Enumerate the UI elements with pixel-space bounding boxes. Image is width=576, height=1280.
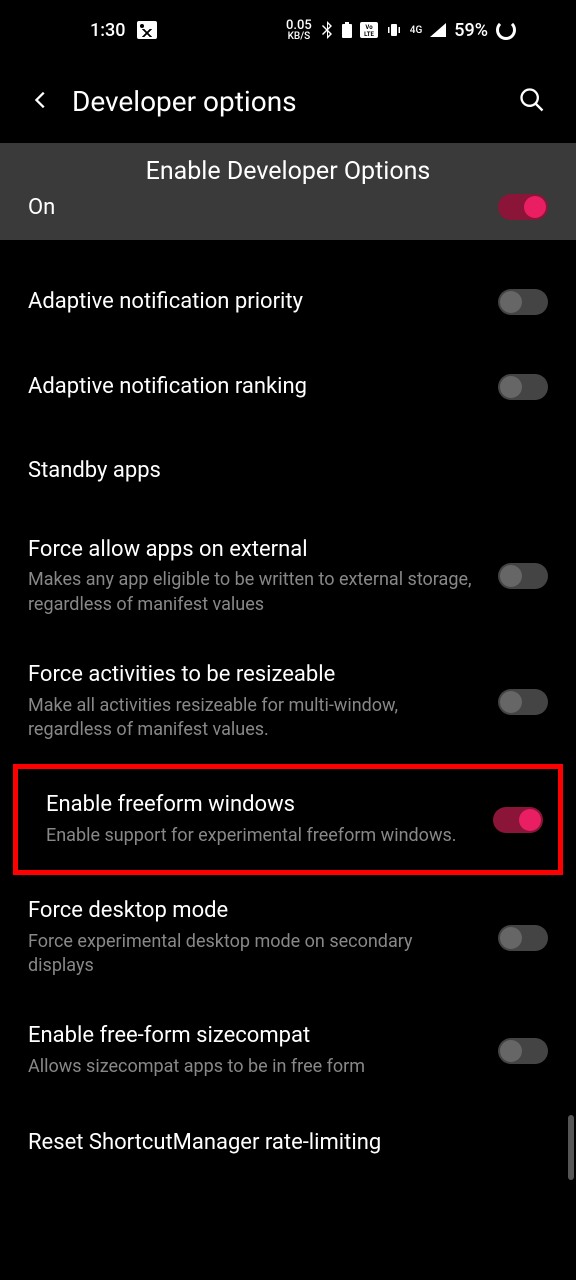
svg-text:Vo: Vo: [365, 24, 373, 31]
status-bar: 1:30 0.05 KB/S VoLTE 4G 59%: [0, 0, 576, 60]
setting-title: Enable freeform windows: [46, 791, 473, 820]
data-rate-icon: 0.05 KB/S: [286, 19, 312, 42]
toggle-force-resizeable[interactable]: [498, 689, 548, 715]
scrollbar[interactable]: [568, 1115, 574, 1180]
setting-subtitle: Allows sizecompat apps to be in free for…: [28, 1055, 478, 1079]
setting-title: Adaptive notification priority: [28, 288, 478, 317]
status-time: 1:30: [90, 20, 125, 41]
setting-force-allow-external[interactable]: Force allow apps on external Makes any a…: [28, 514, 548, 639]
setting-enable-freeform-windows[interactable]: Enable freeform windows Enable support f…: [13, 764, 563, 875]
network-4g-icon: 4G: [410, 25, 423, 36]
setting-force-desktop-mode[interactable]: Force desktop mode Force experimental de…: [28, 875, 548, 1000]
banner-title: Enable Developer Options: [28, 157, 548, 186]
toggle-adaptive-notification-ranking[interactable]: [498, 374, 548, 400]
setting-subtitle: Enable support for experimental freeform…: [46, 824, 473, 848]
setting-subtitle: Makes any app eligible to be written to …: [28, 568, 478, 617]
status-left: 1:30: [90, 20, 157, 41]
bluetooth-icon: [320, 21, 334, 39]
svg-text:LTE: LTE: [364, 31, 374, 38]
setting-title: Enable free-form sizecompat: [28, 1022, 478, 1051]
setting-title: Force activities to be resizeable: [28, 661, 478, 690]
setting-adaptive-notification-ranking[interactable]: Adaptive notification ranking: [28, 345, 548, 430]
setting-adaptive-notification-priority[interactable]: Adaptive notification priority: [28, 260, 548, 345]
toggle-force-desktop-mode[interactable]: [498, 925, 548, 951]
battery-small-icon: [342, 22, 352, 38]
battery-percentage: 59%: [454, 20, 488, 41]
page-title: Developer options: [72, 85, 498, 118]
signal-icon: [430, 23, 446, 37]
setting-title: Adaptive notification ranking: [28, 373, 478, 402]
vibrate-icon: [386, 22, 402, 38]
setting-force-resizeable[interactable]: Force activities to be resizeable Make a…: [28, 639, 548, 764]
toggle-enable-freeform-windows[interactable]: [493, 807, 543, 833]
setting-freeform-sizecompat[interactable]: Enable free-form sizecompat Allows sizec…: [28, 1000, 548, 1101]
toggle-force-allow-external[interactable]: [498, 563, 548, 589]
settings-list: Adaptive notification priority Adaptive …: [0, 260, 576, 1186]
developer-options-banner: Enable Developer Options On: [0, 143, 576, 240]
setting-title: Standby apps: [28, 457, 548, 486]
setting-title: Reset ShortcutManager rate-limiting: [28, 1129, 548, 1158]
setting-subtitle: Force experimental desktop mode on secon…: [28, 930, 478, 979]
toggle-freeform-sizecompat[interactable]: [498, 1038, 548, 1064]
setting-subtitle: Make all activities resizeable for multi…: [28, 694, 478, 743]
status-right: 0.05 KB/S VoLTE 4G 59%: [286, 19, 516, 42]
setting-standby-apps[interactable]: Standby apps: [28, 429, 548, 514]
setting-title: Force allow apps on external: [28, 536, 478, 565]
setting-reset-shortcut-manager[interactable]: Reset ShortcutManager rate-limiting: [28, 1101, 548, 1186]
header: Developer options: [0, 60, 576, 143]
image-icon: [137, 21, 157, 39]
search-icon[interactable]: [518, 86, 546, 118]
volte-icon: VoLTE: [360, 22, 378, 38]
developer-options-toggle[interactable]: [498, 194, 548, 220]
back-icon[interactable]: [30, 89, 52, 115]
toggle-adaptive-notification-priority[interactable]: [498, 289, 548, 315]
banner-status: On: [28, 195, 55, 220]
setting-title: Force desktop mode: [28, 897, 478, 926]
loading-spinner-icon: [496, 20, 516, 40]
